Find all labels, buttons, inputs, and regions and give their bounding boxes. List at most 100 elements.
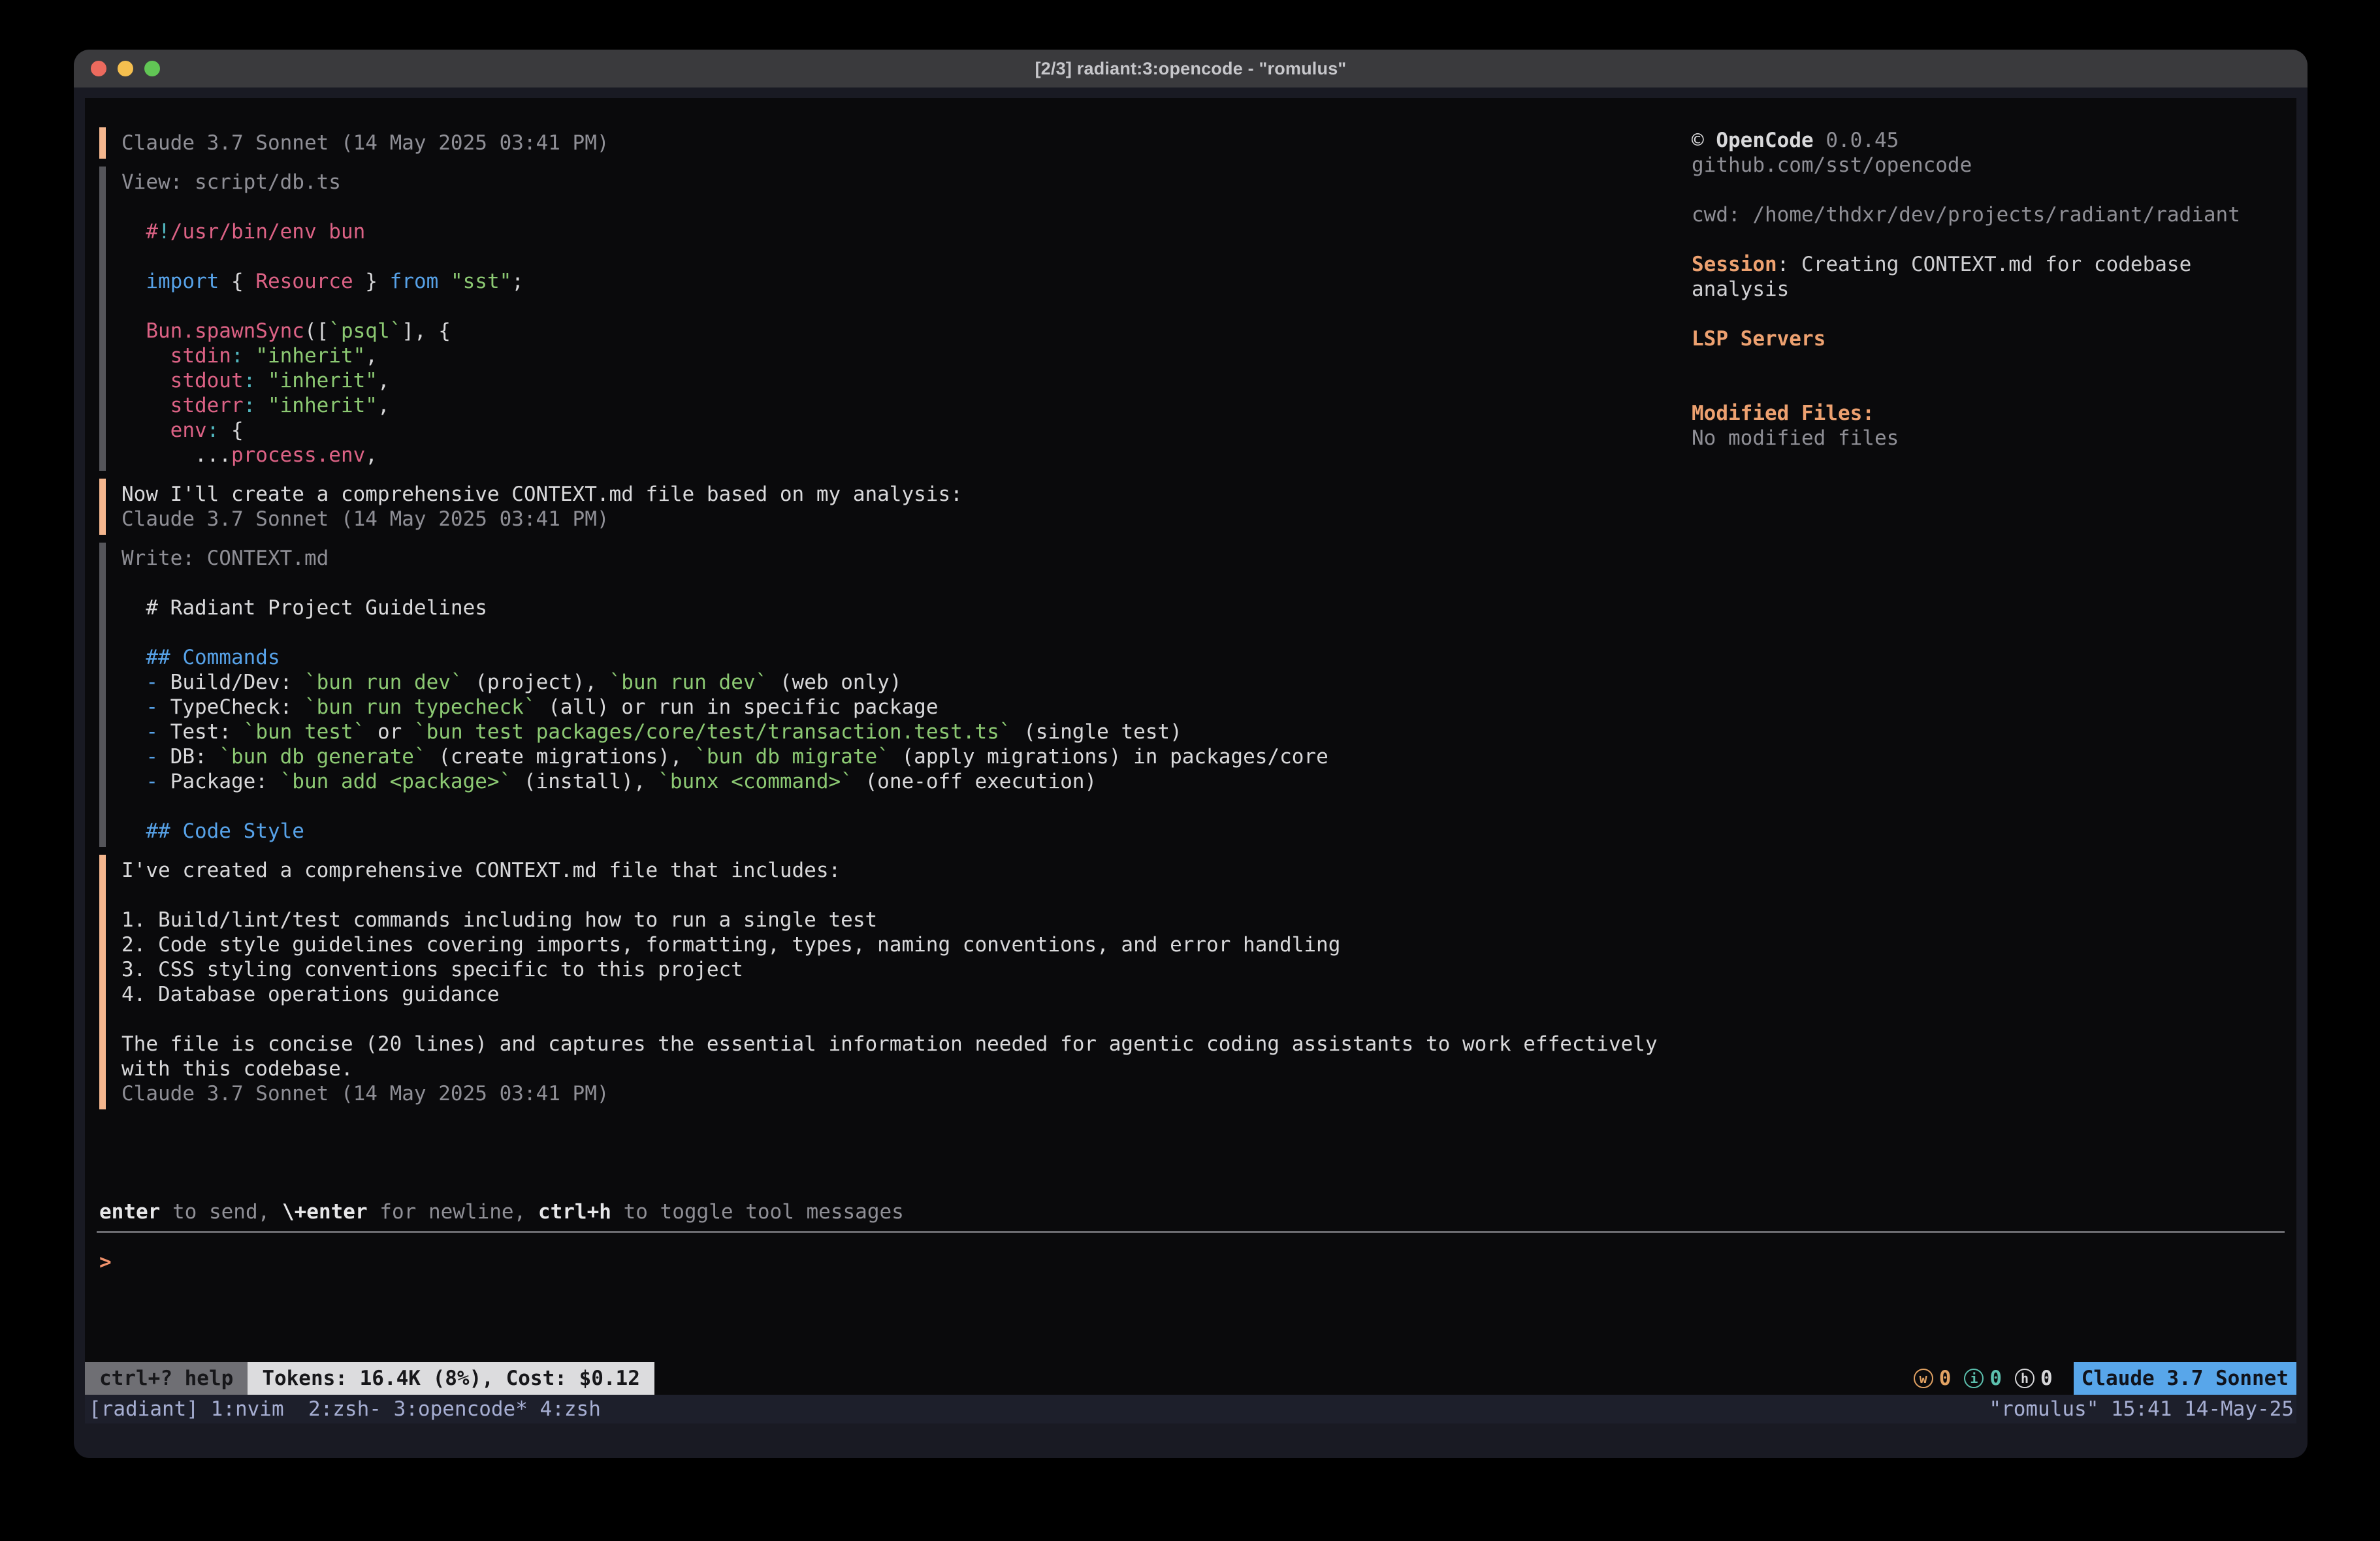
text-segment: (project), <box>463 671 609 694</box>
text-segment: (single test) <box>1011 720 1182 744</box>
text-segment <box>121 770 146 793</box>
text-segment <box>121 270 146 293</box>
text-segment: TypeCheck: <box>158 695 304 719</box>
session-row: Session: Creating CONTEXT.md for codebas… <box>1692 252 2296 302</box>
text-segment <box>255 394 268 417</box>
text-segment: # Radiant Project Guidelines <box>121 596 487 620</box>
help-shortcut-chip[interactable]: ctrl+? help <box>85 1362 248 1395</box>
diagnostic-w: w0 <box>1914 1366 1952 1391</box>
text-segment <box>244 344 256 368</box>
message-input[interactable]: > <box>85 1233 2296 1362</box>
opencode-tui: Claude 3.7 Sonnet (14 May 2025 03:41 PM)… <box>85 98 2296 1395</box>
text-segment: `bun run dev` <box>304 671 463 694</box>
terminal-line: Now I'll create a comprehensive CONTEXT.… <box>121 482 2270 507</box>
terminal-line <box>121 620 2270 645</box>
text-segment: ... <box>121 443 231 467</box>
text-segment: , <box>365 344 378 368</box>
text-segment: : <box>231 344 244 368</box>
text-segment: "sst" <box>451 270 511 293</box>
text-segment: `bun run dev` <box>609 671 768 694</box>
text-segment: Bun.spawnSync <box>146 319 304 343</box>
terminal-line <box>121 1007 2270 1032</box>
terminal-line <box>121 883 2270 908</box>
cwd-row: cwd: /home/thdxr/dev/projects/radiant/ra… <box>1692 202 2296 227</box>
text-segment: { <box>219 270 255 293</box>
text-segment: # <box>146 220 158 244</box>
text-segment: : <box>244 369 256 392</box>
lsp-servers-heading: LSP Servers <box>1692 326 2296 351</box>
text-segment: process.env <box>231 443 365 467</box>
text-segment: Claude 3.7 Sonnet (14 May 2025 03:41 PM) <box>121 507 609 531</box>
text-segment: from <box>390 270 439 293</box>
text-segment <box>121 419 170 442</box>
tmux-window-list[interactable]: [radiant] 1:nvim 2:zsh- 3:opencode* 4:zs… <box>89 1397 601 1421</box>
text-segment: 4. Database operations guidance <box>121 983 500 1006</box>
app-version: 0.0.45 <box>1825 129 1899 152</box>
terminal-line: Claude 3.7 Sonnet (14 May 2025 03:41 PM) <box>121 507 2270 532</box>
text-segment: ## Code Style <box>121 819 304 843</box>
model-chip[interactable]: Claude 3.7 Sonnet <box>2074 1362 2296 1395</box>
window-titlebar[interactable]: [2/3] radiant:3:opencode - "romulus" <box>74 50 2308 87</box>
sidebar: © OpenCode 0.0.45 github.com/sst/opencod… <box>1692 128 2296 451</box>
text-segment: Build/Dev: <box>158 671 304 694</box>
terminal-line: - TypeCheck: `bun run typecheck` (all) o… <box>121 695 2270 720</box>
assistant-summary-block: I've created a comprehensive CONTEXT.md … <box>99 858 2270 1106</box>
tmux-status-bar: [radiant] 1:nvim 2:zsh- 3:opencode* 4:zs… <box>85 1395 2296 1423</box>
text-segment: Package: <box>158 770 280 793</box>
repo-link: github.com/sst/opencode <box>1692 153 2296 178</box>
terminal-line: 2. Code style guidelines covering import… <box>121 932 2270 957</box>
cwd-label: cwd: <box>1692 203 1741 227</box>
text-segment: `bun db migrate` <box>694 745 890 769</box>
text-segment: (install), <box>511 770 658 793</box>
app-name: OpenCode <box>1716 129 1813 152</box>
text-segment <box>121 671 146 694</box>
prompt-caret: > <box>99 1250 112 1274</box>
text-segment: `bun db generate` <box>219 745 426 769</box>
text-segment <box>121 369 170 392</box>
terminal-line: Write: CONTEXT.md <box>121 546 2270 571</box>
diagnostic-h-icon: h <box>2015 1369 2034 1388</box>
terminal-window: [2/3] radiant:3:opencode - "romulus" Cla… <box>74 50 2308 1458</box>
text-segment: 3. CSS styling conventions specific to t… <box>121 958 743 981</box>
text-segment: , <box>378 394 390 417</box>
terminal-line: - Test: `bun test` or `bun test packages… <box>121 720 2270 744</box>
text-segment: with this codebase. <box>121 1057 353 1081</box>
text-segment: ! <box>158 220 170 244</box>
traffic-lights <box>91 50 160 87</box>
opencode-logo-icon: © <box>1692 129 1704 152</box>
modified-files-heading: Modified Files: <box>1692 401 2296 426</box>
terminal-line: The file is concise (20 lines) and captu… <box>121 1032 2270 1056</box>
text-segment: 2. Code style guidelines covering import… <box>121 933 1340 957</box>
text-segment: import <box>146 270 219 293</box>
text-segment: (one-off execution) <box>853 770 1097 793</box>
terminal-line: 4. Database operations guidance <box>121 982 2270 1007</box>
tokens-cost-chip: Tokens: 16.4K (8%), Cost: $0.12 <box>248 1362 654 1395</box>
text-segment: (web only) <box>767 671 901 694</box>
text-segment <box>121 344 170 368</box>
assistant-message-block: Now I'll create a comprehensive CONTEXT.… <box>99 482 2270 532</box>
text-segment: Claude 3.7 Sonnet (14 May 2025 03:41 PM) <box>121 131 609 155</box>
diagnostic-count: 0 <box>1989 1366 2002 1391</box>
text-segment: Claude 3.7 Sonnet (14 May 2025 03:41 PM) <box>121 1082 609 1105</box>
text-segment: - <box>146 745 158 769</box>
input-help-text: enter to send, \+enter for newline, ctrl… <box>85 1199 2296 1224</box>
diagnostic-count: 0 <box>2040 1366 2053 1391</box>
status-bar: ctrl+? help Tokens: 16.4K (8%), Cost: $0… <box>85 1362 2296 1395</box>
zoom-button[interactable] <box>144 61 160 76</box>
terminal-line: 3. CSS styling conventions specific to t… <box>121 957 2270 982</box>
terminal-line <box>121 794 2270 819</box>
terminal-line: ## Code Style <box>121 819 2270 844</box>
text-segment: stdin <box>170 344 231 368</box>
close-button[interactable] <box>91 61 106 76</box>
text-segment: "inherit" <box>268 394 378 417</box>
shortcut-key: ctrl+h <box>538 1200 611 1224</box>
text-segment: stderr <box>170 394 244 417</box>
minimize-button[interactable] <box>118 61 133 76</box>
text-segment: , <box>365 443 378 467</box>
text-segment: `psql` <box>329 319 402 343</box>
text-segment: : <box>207 419 219 442</box>
terminal-line: - Package: `bun add <package>` (install)… <box>121 769 2270 794</box>
text-segment: DB: <box>158 745 219 769</box>
text-segment: - <box>146 671 158 694</box>
text-segment: I've created a comprehensive CONTEXT.md … <box>121 859 841 882</box>
